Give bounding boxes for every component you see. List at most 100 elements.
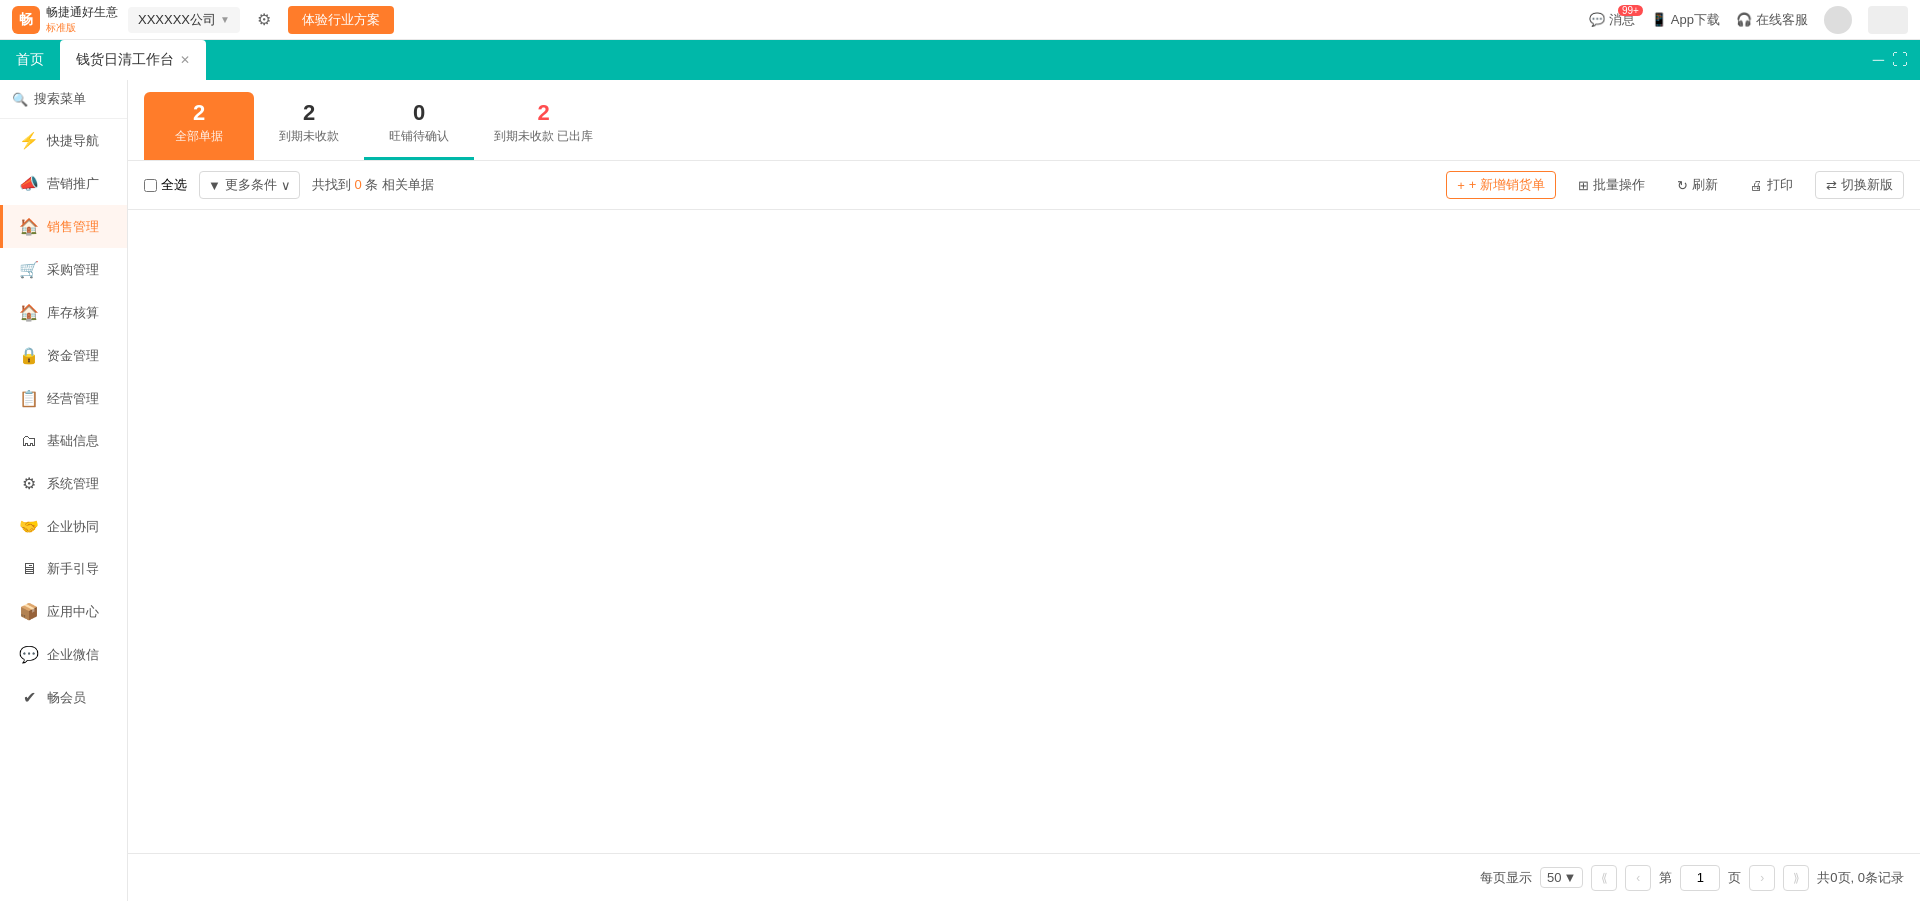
- sidebar-basic-label: 基础信息: [47, 432, 99, 450]
- table-area: [128, 210, 1920, 853]
- search-label: 搜索菜单: [34, 90, 86, 108]
- page-label: 第: [1659, 869, 1672, 887]
- filter-icon: ▼: [208, 178, 221, 193]
- sidebar-item-cooperation[interactable]: 🤝 企业协同: [0, 505, 127, 548]
- page-input[interactable]: [1680, 865, 1720, 891]
- sidebar-item-quicknav[interactable]: ⚡ 快捷导航: [0, 119, 127, 162]
- app-download-item[interactable]: 📱 App下载: [1651, 11, 1720, 29]
- sidebar-purchase-label: 采购管理: [47, 261, 99, 279]
- sidebar-item-weixin[interactable]: 💬 企业微信: [0, 633, 127, 676]
- message-icon: 💬: [1589, 12, 1605, 27]
- maximize-icon[interactable]: ⛶: [1892, 51, 1908, 69]
- online-service-item[interactable]: 🎧 在线客服: [1736, 11, 1808, 29]
- system-icon: ⚙: [19, 474, 39, 493]
- sidebar-item-purchase[interactable]: 🛒 采购管理: [0, 248, 127, 291]
- capital-icon: 🔒: [19, 346, 39, 365]
- print-icon: 🖨: [1750, 178, 1763, 193]
- app-title: 畅捷通好生意 标准版: [46, 5, 118, 34]
- tab-home[interactable]: 首页: [0, 40, 60, 80]
- purchase-icon: 🛒: [19, 260, 39, 279]
- tab-close-icon[interactable]: ✕: [180, 53, 190, 67]
- appstore-icon: 📦: [19, 602, 39, 621]
- print-button[interactable]: 🖨 打印: [1740, 172, 1803, 198]
- filter-chevron-icon: ∨: [281, 178, 291, 193]
- sidebar-guide-label: 新手引导: [47, 560, 99, 578]
- first-page-button[interactable]: ⟪: [1591, 865, 1617, 891]
- stat-tab-overdue[interactable]: 2 到期未收款: [254, 92, 364, 160]
- stat-label-overdue-out: 到期未收款 已出库: [494, 128, 593, 145]
- minimize-icon[interactable]: ─: [1873, 51, 1884, 69]
- page-label-end: 页: [1728, 869, 1741, 887]
- add-sales-button[interactable]: + + 新增销货单: [1446, 171, 1556, 199]
- page-size-label: 每页显示: [1480, 869, 1532, 887]
- service-icon: 🎧: [1736, 12, 1752, 27]
- trial-button[interactable]: 体验行业方案: [288, 6, 394, 34]
- switch-version-button[interactable]: ⇄ 切换新版: [1815, 171, 1904, 199]
- company-name: XXXXXX公司: [138, 11, 216, 29]
- prev-page-button[interactable]: ‹: [1625, 865, 1651, 891]
- nav-tabs: 首页 钱货日清工作台 ✕ ─ ⛶: [0, 40, 1920, 80]
- tab-workbench[interactable]: 钱货日清工作台 ✕: [60, 40, 206, 80]
- total-info: 共0页, 0条记录: [1817, 869, 1904, 887]
- sidebar-item-marketing[interactable]: 📣 营销推广: [0, 162, 127, 205]
- add-icon: +: [1457, 178, 1465, 193]
- search-icon: 🔍: [12, 92, 28, 107]
- stat-count-all: 2: [193, 100, 205, 126]
- sidebar-item-system[interactable]: ⚙ 系统管理: [0, 462, 127, 505]
- sidebar-inventory-label: 库存核算: [47, 304, 99, 322]
- sidebar-item-guide[interactable]: 🖥 新手引导: [0, 548, 127, 590]
- batch-button[interactable]: ⊞ 批量操作: [1568, 172, 1655, 198]
- sidebar-item-appstore[interactable]: 📦 应用中心: [0, 590, 127, 633]
- stat-tab-all[interactable]: 2 全部单据: [144, 92, 254, 160]
- sidebar-item-sales[interactable]: 🏠 销售管理: [0, 205, 127, 248]
- content-area: 2 全部单据 2 到期未收款 0 旺铺待确认 2 到期未收款 已出库 全选: [128, 80, 1920, 901]
- select-all-checkbox[interactable]: [144, 179, 157, 192]
- sidebar-capital-label: 资金管理: [47, 347, 99, 365]
- app-download-icon: 📱: [1651, 12, 1667, 27]
- last-page-button[interactable]: ⟫: [1783, 865, 1809, 891]
- sidebar-item-member[interactable]: ✔ 畅会员: [0, 676, 127, 719]
- stat-label-overdue: 到期未收款: [279, 128, 339, 145]
- stat-label-pending: 旺铺待确认: [389, 128, 449, 145]
- stat-count-overdue: 2: [303, 100, 315, 126]
- logo-area: 畅 畅捷通好生意 标准版: [12, 5, 118, 34]
- sidebar-quicknav-label: 快捷导航: [47, 132, 99, 150]
- stat-tab-overdue-out[interactable]: 2 到期未收款 已出库: [474, 92, 613, 160]
- top-bar-right: 💬 消息 99+ 📱 App下载 🎧 在线客服: [1589, 6, 1908, 34]
- cooperation-icon: 🤝: [19, 517, 39, 536]
- sidebar-item-inventory[interactable]: 🏠 库存核算: [0, 291, 127, 334]
- sidebar-marketing-label: 营销推广: [47, 175, 99, 193]
- toolbar-left: 全选 ▼ 更多条件 ∨ 共找到 0 条 相关单据: [144, 171, 434, 199]
- page-size-select[interactable]: 50 ▼: [1540, 867, 1583, 888]
- guide-icon: 🖥: [19, 560, 39, 578]
- company-selector[interactable]: XXXXXX公司 ▼: [128, 7, 240, 33]
- weixin-icon: 💬: [19, 645, 39, 664]
- select-all-label: 全选: [161, 176, 187, 194]
- sidebar-item-operation[interactable]: 📋 经营管理: [0, 377, 127, 420]
- page-size-arrow-icon: ▼: [1563, 870, 1576, 885]
- sidebar-search[interactable]: 🔍 搜索菜单: [0, 80, 127, 119]
- message-item[interactable]: 💬 消息 99+: [1589, 11, 1635, 29]
- batch-icon: ⊞: [1578, 178, 1589, 193]
- basic-icon: 🗂: [19, 432, 39, 450]
- stat-label-all: 全部单据: [175, 128, 223, 145]
- operation-icon: 📋: [19, 389, 39, 408]
- top-bar: 畅 畅捷通好生意 标准版 XXXXXX公司 ▼ ⚙ 体验行业方案 💬 消息 99…: [0, 0, 1920, 40]
- pagination-bar: 每页显示 50 ▼ ⟪ ‹ 第 页 › ⟫ 共0页, 0条记录: [128, 853, 1920, 901]
- next-page-button[interactable]: ›: [1749, 865, 1775, 891]
- sidebar-item-basic[interactable]: 🗂 基础信息: [0, 420, 127, 462]
- settings-icon[interactable]: ⚙: [250, 6, 278, 34]
- avatar[interactable]: [1824, 6, 1852, 34]
- refresh-button[interactable]: ↻ 刷新: [1667, 172, 1728, 198]
- stat-tab-pending[interactable]: 0 旺铺待确认: [364, 92, 474, 160]
- sidebar-item-capital[interactable]: 🔒 资金管理: [0, 334, 127, 377]
- select-all-area[interactable]: 全选: [144, 176, 187, 194]
- filter-button[interactable]: ▼ 更多条件 ∨: [199, 171, 300, 199]
- inventory-icon: 🏠: [19, 303, 39, 322]
- stat-count-overdue-out: 2: [538, 100, 550, 126]
- chevron-down-icon: ▼: [220, 14, 230, 25]
- main-layout: 🔍 搜索菜单 ⚡ 快捷导航 📣 营销推广 🏠 销售管理 🛒 采购管理 🏠 库存核…: [0, 80, 1920, 901]
- sidebar-system-label: 系统管理: [47, 475, 99, 493]
- quicknav-icon: ⚡: [19, 131, 39, 150]
- sidebar-operation-label: 经营管理: [47, 390, 99, 408]
